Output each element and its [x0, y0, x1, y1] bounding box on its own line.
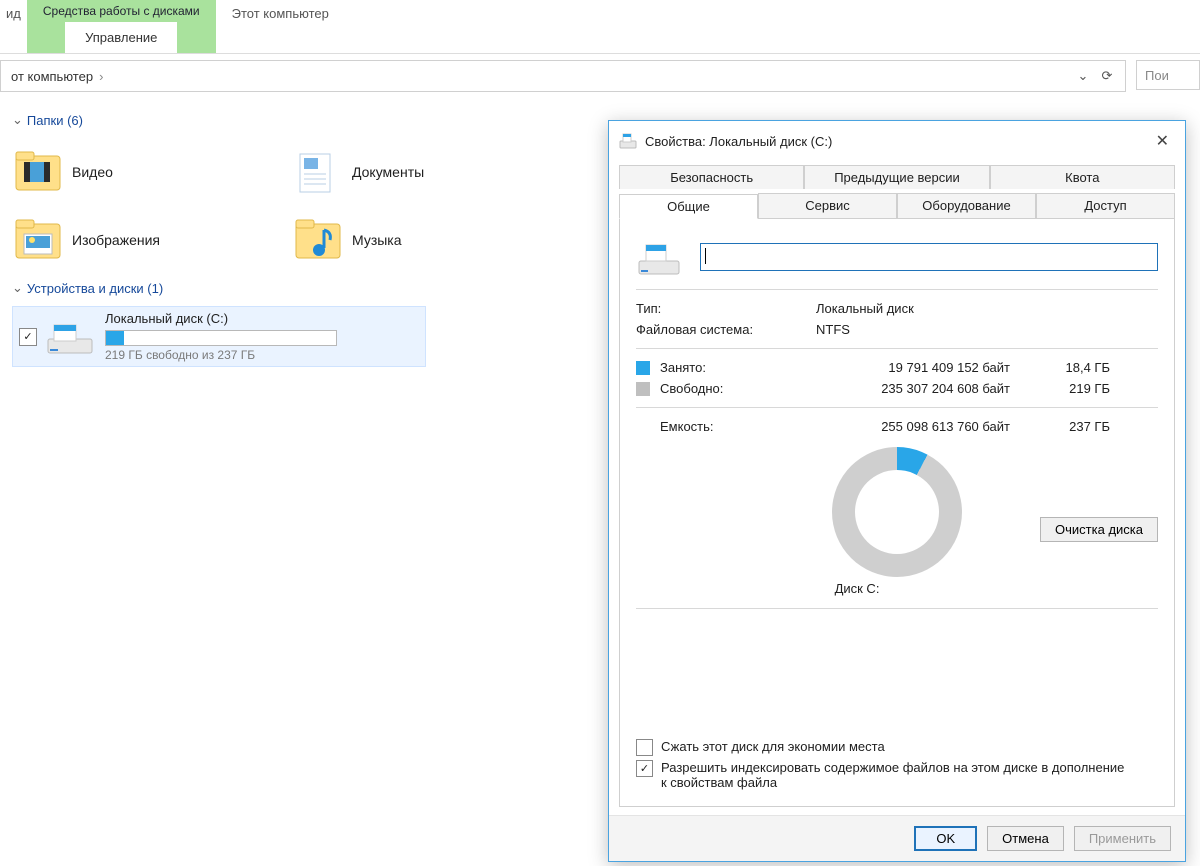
filesystem-label: Файловая система: — [636, 322, 816, 337]
index-label: Разрешить индексировать содержимое файло… — [661, 760, 1131, 790]
folder-label: Изображения — [72, 232, 160, 248]
address-row: от компьютер › ⌄ ⟳ Пои — [0, 54, 1200, 98]
search-input[interactable]: Пои — [1136, 60, 1200, 90]
dialog-title: Свойства: Локальный диск (C:) — [645, 134, 1150, 149]
compress-checkbox[interactable] — [636, 739, 653, 756]
tab-previous-versions[interactable]: Предыдущие версии — [804, 165, 989, 189]
folder-label: Документы — [352, 164, 424, 180]
drive-usage-bar — [105, 330, 337, 346]
chevron-down-icon: ⌄ — [12, 280, 23, 296]
type-value: Локальный диск — [816, 301, 1158, 316]
index-checkbox[interactable]: ✓ — [636, 760, 653, 777]
drive-icon — [619, 132, 637, 150]
dialog-button-row: OK Отмена Применить — [609, 815, 1185, 861]
ribbon-tab-fragment[interactable]: ид — [0, 0, 27, 27]
tab-sharing[interactable]: Доступ — [1036, 193, 1175, 218]
section-drives-title: Устройства и диски (1) — [27, 281, 163, 296]
apply-button[interactable]: Применить — [1074, 826, 1171, 851]
folder-videos-icon — [12, 146, 64, 198]
tab-security[interactable]: Безопасность — [619, 165, 804, 189]
tab-tools[interactable]: Сервис — [758, 193, 897, 218]
dialog-tabs: Безопасность Предыдущие версии Квота Общ… — [609, 161, 1185, 218]
compress-label: Сжать этот диск для экономии места — [661, 739, 885, 754]
usage-donut-chart — [832, 447, 962, 577]
drive-checkbox[interactable]: ✓ — [19, 328, 37, 346]
drive-icon — [43, 317, 97, 357]
folder-music[interactable]: Музыка — [292, 210, 572, 270]
drive-subtitle: 219 ГБ свободно из 237 ГБ — [105, 348, 419, 362]
dropdown-history-button[interactable]: ⌄ — [1071, 65, 1095, 87]
type-label: Тип: — [636, 301, 816, 316]
folder-documents[interactable]: Документы — [292, 142, 572, 202]
used-gb: 18,4 ГБ — [1030, 360, 1110, 375]
address-bar[interactable]: от компьютер › ⌄ ⟳ — [0, 60, 1126, 92]
disk-cleanup-button[interactable]: Очистка диска — [1040, 517, 1158, 542]
ok-button[interactable]: OK — [914, 826, 977, 851]
tab-general[interactable]: Общие — [619, 194, 758, 219]
folder-videos[interactable]: Видео — [12, 142, 292, 202]
chevron-right-icon[interactable]: › — [97, 69, 105, 84]
tab-general-panel: Тип:Локальный диск Файловая система:NTFS… — [619, 218, 1175, 807]
drive-label-input[interactable] — [700, 243, 1158, 271]
ribbon-context-tab[interactable]: Средства работы с дисками Управление — [27, 0, 216, 53]
free-label: Свободно: — [660, 381, 810, 396]
chevron-down-icon: ⌄ — [12, 112, 23, 128]
section-folders-title: Папки (6) — [27, 113, 83, 128]
properties-dialog: Свойства: Локальный диск (C:) ✕ Безопасн… — [608, 120, 1186, 862]
ribbon-context-subtab[interactable]: Управление — [65, 20, 177, 53]
capacity-bytes: 255 098 613 760 байт — [810, 419, 1030, 434]
folder-documents-icon — [292, 146, 344, 198]
tab-quota[interactable]: Квота — [990, 165, 1175, 189]
drive-name: Локальный диск (C:) — [105, 311, 419, 326]
filesystem-value: NTFS — [816, 322, 1158, 337]
tab-hardware[interactable]: Оборудование — [897, 193, 1036, 218]
window-title: Этот компьютер — [216, 0, 345, 27]
folder-label: Видео — [72, 164, 113, 180]
usage-chart-area: Диск C: Очистка диска — [636, 447, 1158, 596]
folder-pictures[interactable]: Изображения — [12, 210, 292, 270]
used-bytes: 19 791 409 152 байт — [810, 360, 1030, 375]
refresh-button[interactable]: ⟳ — [1095, 65, 1119, 87]
close-button[interactable]: ✕ — [1150, 129, 1175, 153]
search-placeholder: Пои — [1145, 68, 1169, 83]
ribbon-context-title: Средства работы с дисками — [39, 4, 204, 20]
cancel-button[interactable]: Отмена — [987, 826, 1064, 851]
drive-item-c[interactable]: ✓ Локальный диск (C:) 219 ГБ свободно из… — [12, 306, 426, 367]
drive-info: Локальный диск (C:) 219 ГБ свободно из 2… — [105, 311, 419, 362]
capacity-label: Емкость: — [660, 419, 810, 434]
dialog-titlebar[interactable]: Свойства: Локальный диск (C:) ✕ — [609, 121, 1185, 161]
used-swatch — [636, 361, 650, 375]
disk-caption: Диск C: — [835, 581, 880, 596]
folder-pictures-icon — [12, 214, 64, 266]
capacity-gb: 237 ГБ — [1030, 419, 1110, 434]
breadcrumb[interactable]: от компьютер — [7, 69, 97, 84]
free-swatch — [636, 382, 650, 396]
folder-music-icon — [292, 214, 344, 266]
free-gb: 219 ГБ — [1030, 381, 1110, 396]
drive-icon — [636, 237, 682, 277]
folder-label: Музыка — [352, 232, 402, 248]
ribbon: ид Средства работы с дисками Управление … — [0, 0, 1200, 54]
free-bytes: 235 307 204 608 байт — [810, 381, 1030, 396]
used-label: Занято: — [660, 360, 810, 375]
folders-grid: Видео Документы Изображения Музыка — [12, 138, 612, 274]
